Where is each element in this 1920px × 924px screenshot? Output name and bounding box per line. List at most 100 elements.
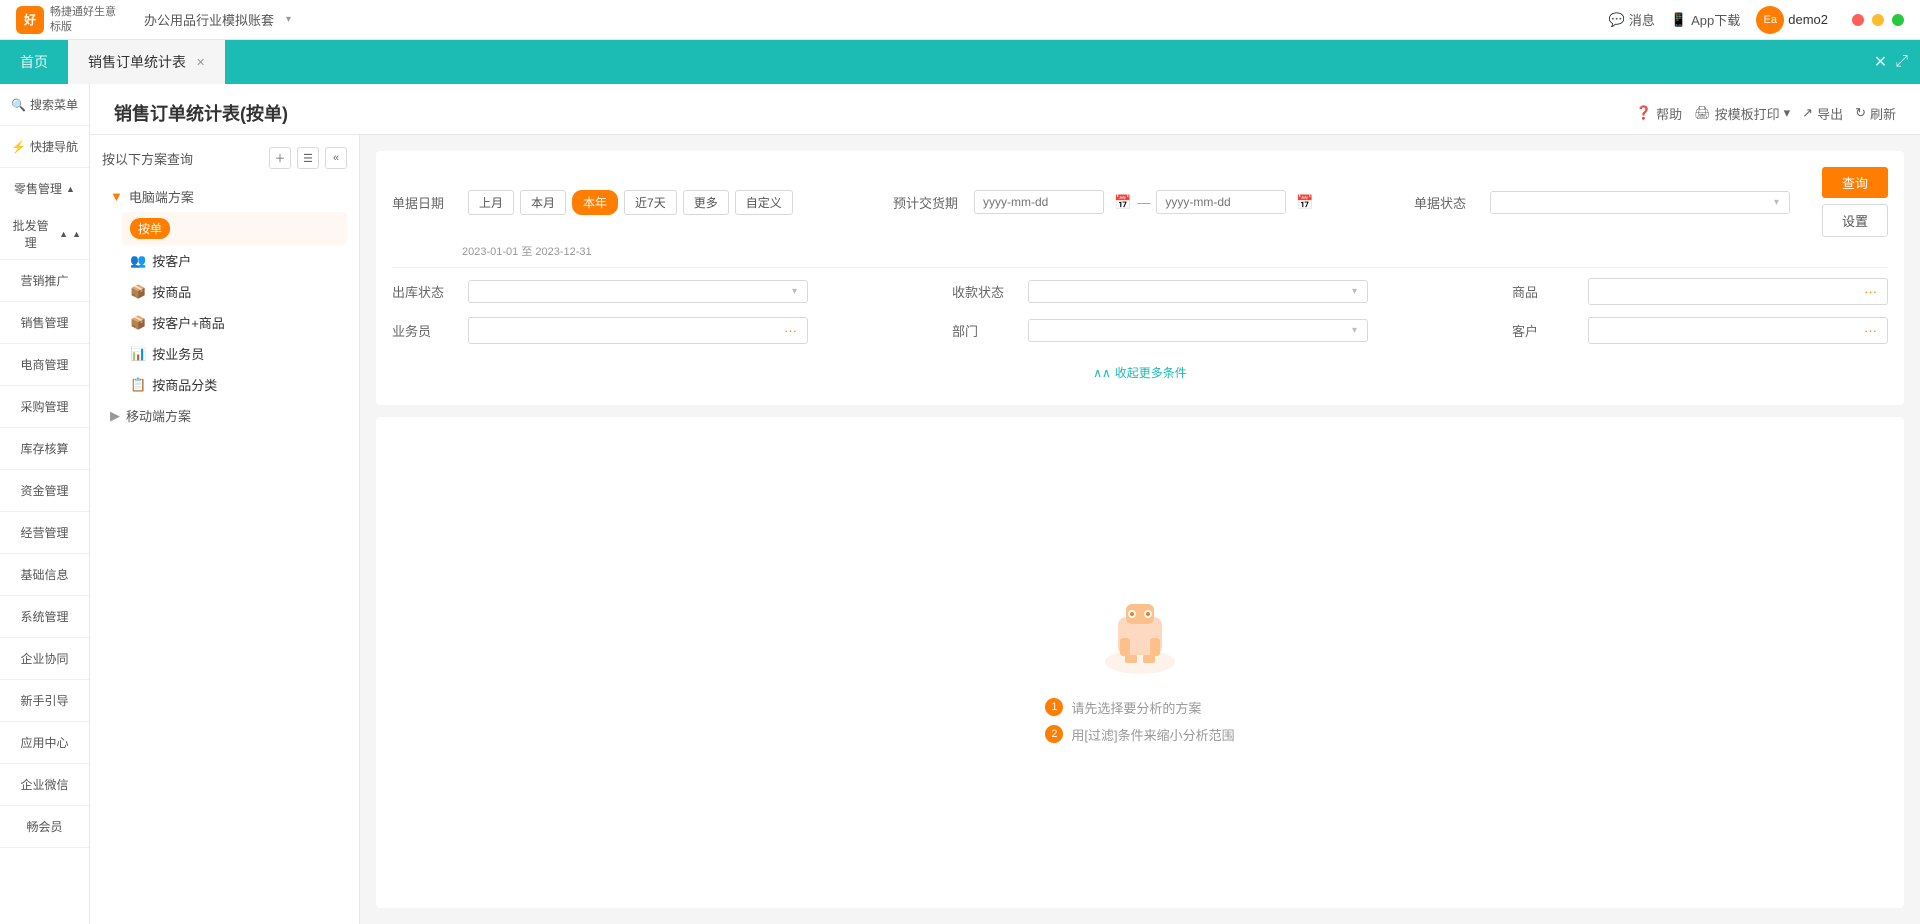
collapse-panel-btn[interactable]: « (325, 147, 347, 169)
sidebar-item-member[interactable]: 畅会员 (0, 806, 89, 848)
tree-item-by-customer[interactable]: 👥 按客户 (122, 245, 347, 276)
date-btn-more[interactable]: 更多 (683, 190, 729, 215)
left-panel: 按以下方案查询 ＋ ☰ « ▼ 电脑端方案 按单 (90, 135, 360, 924)
tab-win-close[interactable]: ✕ (1874, 52, 1887, 72)
sidebar-quick-nav[interactable]: ⚡ 快捷导航 (0, 126, 89, 168)
customer-more-btn[interactable]: ··· (1864, 323, 1877, 338)
cal-icon-to[interactable]: 📅 (1296, 194, 1313, 211)
page-title: 销售订单统计表(按单) (114, 100, 288, 126)
query-btn[interactable]: 查询 (1822, 167, 1888, 198)
avatar: Ea (1756, 6, 1784, 34)
customer-select[interactable]: ··· (1588, 317, 1888, 344)
sidebar-item-newuser[interactable]: 新手引导 (0, 680, 89, 722)
empty-state: 1 请先选择要分析的方案 2 用[过滤]条件来缩小分析范围 (376, 417, 1904, 908)
date-btn-custom[interactable]: 自定义 (735, 190, 793, 215)
win-close-btn[interactable] (1852, 14, 1864, 26)
dept-select[interactable]: ▾ (1028, 319, 1368, 342)
tree-section-mobile[interactable]: ▶ 移动端方案 (102, 400, 347, 431)
print-btn[interactable]: 🖨 按模板打印 ▾ (1694, 104, 1790, 123)
salesperson-select[interactable]: ··· (468, 317, 808, 344)
salesperson-more-btn[interactable]: ··· (784, 323, 797, 338)
top-bar: 好 畅捷通好生意 标版 办公用品行业模拟账套 ▾ 💬 消息 📱 App下载 Ea… (0, 0, 1920, 40)
add-scheme-btn[interactable]: ＋ (269, 147, 291, 169)
sidebar-item-appcenter[interactable]: 应用中心 (0, 722, 89, 764)
sidebar-item-sales[interactable]: 销售管理 (0, 302, 89, 344)
tree-item-by-product[interactable]: 📦 按商品 (122, 276, 347, 307)
top-bar-left: 好 畅捷通好生意 标版 办公用品行业模拟账套 ▾ (16, 5, 291, 34)
top-page-title: 办公用品行业模拟账套 (144, 10, 274, 29)
logo-text: 畅捷通好生意 标版 (50, 5, 116, 34)
by-cat-icon: 📋 (130, 377, 146, 393)
date-btn-thisyear[interactable]: 本年 (572, 190, 618, 215)
page-header: 销售订单统计表(按单) ❓ 帮助 🖨 按模板打印 ▾ ↗ 导出 ↻ 刷新 (90, 84, 1920, 135)
win-min-btn[interactable] (1872, 14, 1884, 26)
left-panel-title: 按以下方案查询 (102, 149, 193, 168)
manage-scheme-btn[interactable]: ☰ (297, 147, 319, 169)
salesperson-label: 业务员 (392, 321, 452, 340)
filter-card: 单据日期 上月 本月 本年 近7天 更多 自定义 预计交货期 (376, 151, 1904, 405)
tree-item-by-category[interactable]: 📋 按商品分类 (122, 369, 347, 400)
print-icon: 🖨 (1694, 105, 1711, 121)
refresh-btn[interactable]: ↻ 刷新 (1855, 104, 1896, 123)
shipment-label: 出库状态 (392, 282, 452, 301)
app-download-action[interactable]: 📱 App下载 (1671, 10, 1740, 29)
payment-select[interactable]: ▾ (1028, 280, 1368, 303)
tab-bar: 首页 销售订单统计表 ✕ ✕ ⤢ (0, 40, 1920, 84)
sidebar-item-system[interactable]: 系统管理 (0, 596, 89, 638)
left-panel-header: 按以下方案查询 ＋ ☰ « (102, 147, 347, 169)
product-select[interactable]: ··· (1588, 278, 1888, 305)
filter-row-2: 出库状态 ▾ 收款状态 ▾ 商品 (392, 278, 1888, 305)
refresh-icon: ↻ (1855, 105, 1866, 121)
tab-home[interactable]: 首页 (0, 40, 68, 84)
date-btn-thismonth[interactable]: 本月 (520, 190, 566, 215)
win-max-btn[interactable] (1892, 14, 1904, 26)
product-more-btn[interactable]: ··· (1864, 284, 1877, 299)
tab-win-max[interactable]: ⤢ (1895, 53, 1908, 71)
user-area[interactable]: Ea demo2 (1756, 6, 1828, 34)
order-stats-tab-label: 销售订单统计表 (88, 52, 186, 72)
tab-close-icon[interactable]: ✕ (196, 56, 205, 69)
sidebar-item-purchase[interactable]: 采购管理 (0, 386, 89, 428)
tree-children-pc: 按单 👥 按客户 📦 按商品 📦 按客户+商品 � (102, 212, 347, 400)
sidebar-item-enterprise[interactable]: 企业协同 (0, 638, 89, 680)
sidebar-item-basics[interactable]: 基础信息 (0, 554, 89, 596)
tree-section-pc[interactable]: ▼ 电脑端方案 (102, 181, 347, 212)
tree-item-by-order[interactable]: 按单 (122, 212, 347, 245)
date-btn-7days[interactable]: 近7天 (624, 190, 677, 215)
export-btn[interactable]: ↗ 导出 (1802, 104, 1843, 123)
sidebar-item-ecommerce[interactable]: 电商管理 (0, 344, 89, 386)
shipment-select[interactable]: ▾ (468, 280, 808, 303)
logo-icon: 好 (16, 6, 44, 34)
settings-btn[interactable]: 设置 (1822, 204, 1888, 237)
sidebar-item-wechat[interactable]: 企业微信 (0, 764, 89, 806)
sidebar-item-finance[interactable]: 资金管理 (0, 470, 89, 512)
status-label: 单据状态 (1414, 193, 1474, 212)
status-select[interactable]: ▾ (1490, 191, 1790, 214)
sidebar-item-marketing[interactable]: 营销推广 (0, 260, 89, 302)
inner-layout: 按以下方案查询 ＋ ☰ « ▼ 电脑端方案 按单 (90, 135, 1920, 924)
top-bar-right: 💬 消息 📱 App下载 Ea demo2 (1609, 6, 1904, 34)
date-btn-lastmonth[interactable]: 上月 (468, 190, 514, 215)
tree-item-by-customer-product[interactable]: 📦 按客户+商品 (122, 307, 347, 338)
help-btn[interactable]: ❓ 帮助 (1636, 104, 1682, 123)
top-dropdown-icon[interactable]: ▾ (286, 14, 291, 25)
expected-date-to[interactable] (1156, 190, 1286, 214)
collapse-btn[interactable]: ∧∧ 收起更多条件 (392, 356, 1888, 389)
tab-bar-actions: ✕ ⤢ (1874, 52, 1920, 72)
product-label: 商品 (1512, 282, 1572, 301)
sidebar-item-wholesale[interactable]: 批发管理 ▲ (0, 209, 89, 260)
tab-order-stats[interactable]: 销售订单统计表 ✕ (68, 40, 225, 84)
sidebar-search[interactable]: 🔍 搜索菜单 (0, 84, 89, 126)
cal-icon-from[interactable]: 📅 (1114, 194, 1131, 211)
right-panel: 单据日期 上月 本月 本年 近7天 更多 自定义 预计交货期 (360, 135, 1920, 924)
expected-date-from[interactable] (974, 190, 1104, 214)
filter-divider-1 (392, 267, 1888, 268)
sidebar-item-inventory[interactable]: 库存核算 (0, 428, 89, 470)
tree-item-by-salesperson[interactable]: 📊 按业务员 (122, 338, 347, 369)
print-dropdown-icon[interactable]: ▾ (1784, 105, 1791, 121)
customer-label: 客户 (1512, 321, 1572, 340)
by-product-icon: 📦 (130, 284, 146, 300)
message-action[interactable]: 💬 消息 (1609, 10, 1655, 29)
sidebar-item-retail[interactable]: 零售管理 (0, 168, 89, 209)
sidebar-item-operations[interactable]: 经营管理 (0, 512, 89, 554)
